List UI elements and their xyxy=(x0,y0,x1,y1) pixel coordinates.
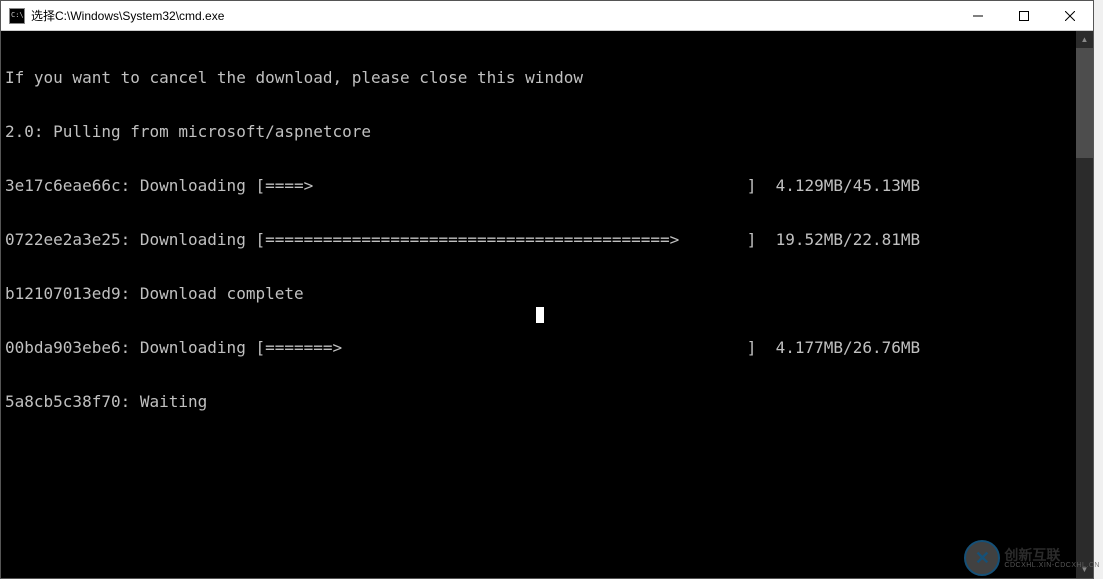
cmd-window: 选择C:\Windows\System32\cmd.exe If you wan… xyxy=(0,0,1094,579)
watermark-main: 创新互联 xyxy=(1004,548,1100,562)
terminal-output: If you want to cancel the download, plea… xyxy=(1,31,1093,447)
terminal-line: If you want to cancel the download, plea… xyxy=(5,69,1093,87)
terminal-area[interactable]: If you want to cancel the download, plea… xyxy=(1,31,1093,578)
minimize-button[interactable] xyxy=(955,1,1001,30)
scrollbar-thumb[interactable] xyxy=(1076,48,1093,158)
watermark: ✕ 创新互联 CDCXHL.XIN-CDCXHL.CN xyxy=(964,540,1100,576)
terminal-line: 0722ee2a3e25: Downloading [=============… xyxy=(5,231,1093,249)
maximize-icon xyxy=(1019,11,1029,21)
watermark-text: 创新互联 CDCXHL.XIN-CDCXHL.CN xyxy=(1004,548,1100,569)
titlebar[interactable]: 选择C:\Windows\System32\cmd.exe xyxy=(1,1,1093,31)
vertical-scrollbar[interactable]: ▲ ▼ xyxy=(1076,31,1093,578)
watermark-sub: CDCXHL.XIN-CDCXHL.CN xyxy=(1004,562,1100,569)
maximize-button[interactable] xyxy=(1001,1,1047,30)
watermark-logo-icon: ✕ xyxy=(964,540,1000,576)
terminal-cursor xyxy=(536,307,544,323)
scroll-up-arrow[interactable]: ▲ xyxy=(1076,31,1093,48)
terminal-line: 5a8cb5c38f70: Waiting xyxy=(5,393,1093,411)
close-button[interactable] xyxy=(1047,1,1093,30)
window-controls xyxy=(955,1,1093,30)
terminal-line: 00bda903ebe6: Downloading [=======> ] 4.… xyxy=(5,339,1093,357)
cmd-icon xyxy=(9,8,25,24)
terminal-line: b12107013ed9: Download complete xyxy=(5,285,1093,303)
terminal-line: 3e17c6eae66c: Downloading [====> ] 4.129… xyxy=(5,177,1093,195)
minimize-icon xyxy=(973,11,983,21)
close-icon xyxy=(1065,11,1075,21)
terminal-line: 2.0: Pulling from microsoft/aspnetcore xyxy=(5,123,1093,141)
window-title: 选择C:\Windows\System32\cmd.exe xyxy=(31,7,955,24)
